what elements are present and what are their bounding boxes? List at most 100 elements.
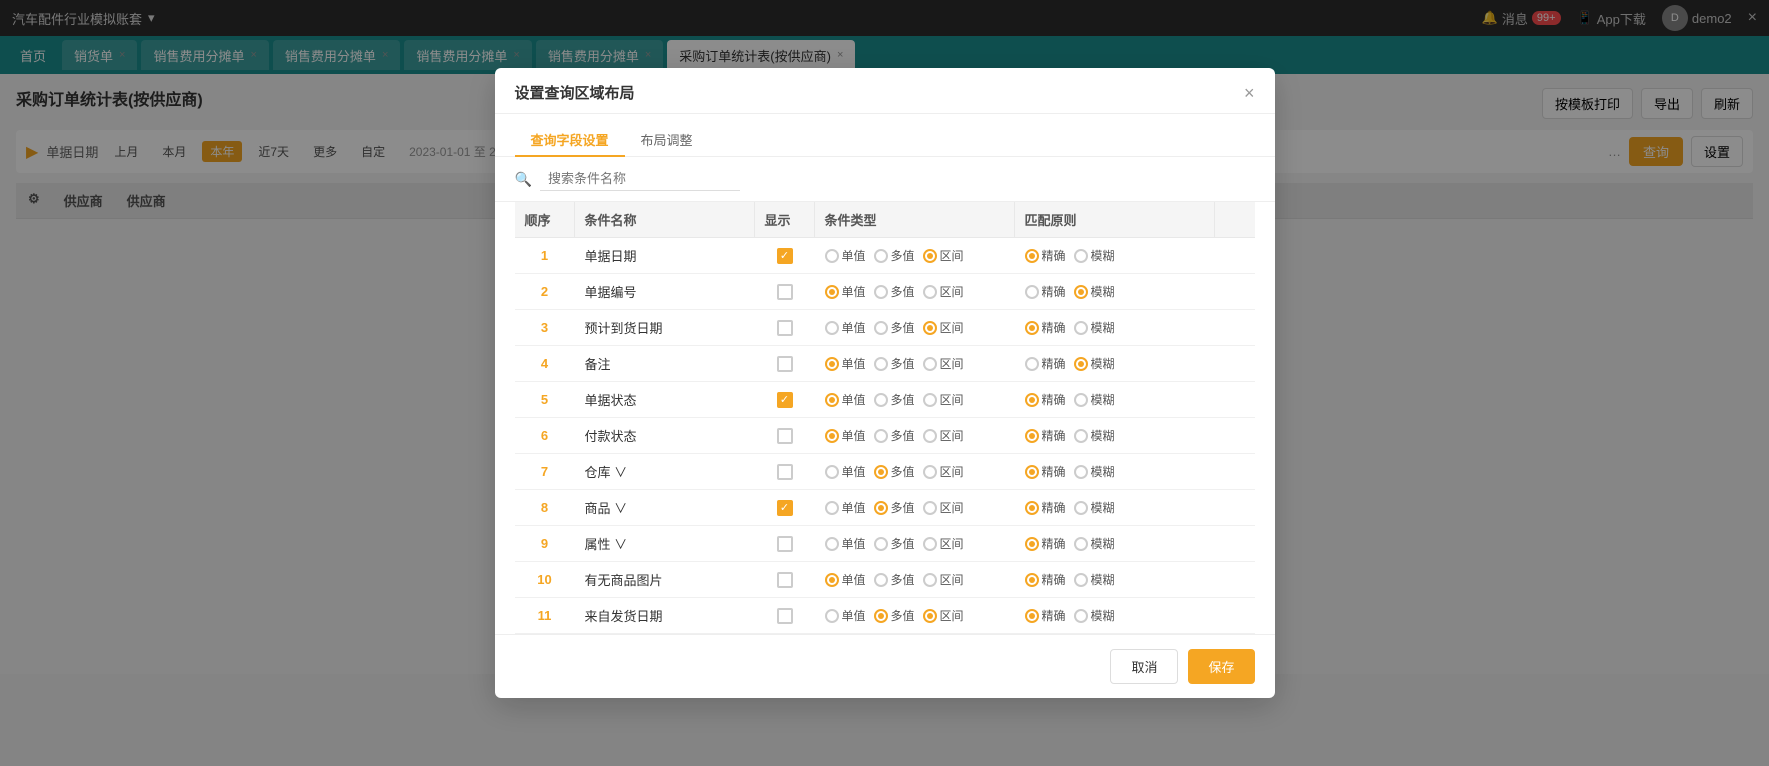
radio-circle-match_fuzzy-8	[1074, 537, 1088, 551]
display-checkbox-4[interactable]	[777, 392, 793, 408]
dialog-tab-layout[interactable]: 布局调整	[625, 124, 709, 157]
type-type_multi-10[interactable]: 多值	[874, 607, 915, 624]
match-match_fuzzy-3[interactable]: 模糊	[1074, 355, 1115, 372]
display-checkbox-9[interactable]	[777, 572, 793, 588]
radio-circle-type_multi-2	[874, 321, 888, 335]
row-type-4: 单值多值区间	[815, 383, 1015, 416]
radio-circle-type_multi-6	[874, 465, 888, 479]
match-match_exact-7[interactable]: 精确	[1025, 499, 1066, 516]
row-display-0[interactable]	[755, 240, 815, 272]
display-checkbox-10[interactable]	[777, 608, 793, 624]
match-match_exact-4[interactable]: 精确	[1025, 391, 1066, 408]
row-match-3: 精确模糊	[1015, 347, 1215, 380]
type-type_range-2[interactable]: 区间	[923, 319, 964, 336]
dialog-close-button[interactable]: ×	[1244, 84, 1255, 102]
type-type_single-10[interactable]: 单值	[825, 607, 866, 624]
dialog-tab-fields[interactable]: 查询字段设置	[515, 124, 625, 157]
match-match_exact-8[interactable]: 精确	[1025, 535, 1066, 552]
match-match_exact-5[interactable]: 精确	[1025, 427, 1066, 444]
row-type-10: 单值多值区间	[815, 599, 1015, 632]
type-type_single-5[interactable]: 单值	[825, 427, 866, 444]
cancel-button[interactable]: 取消	[1110, 649, 1178, 684]
type-type_multi-1[interactable]: 多值	[874, 283, 915, 300]
type-type_single-8[interactable]: 单值	[825, 535, 866, 552]
radio-circle-match_exact-1	[1025, 285, 1039, 299]
search-input[interactable]	[540, 167, 740, 191]
type-type_multi-5[interactable]: 多值	[874, 427, 915, 444]
row-display-9[interactable]	[755, 564, 815, 596]
row-order-10: 11	[515, 600, 575, 631]
table-row: 4备注单值多值区间精确模糊	[515, 346, 1255, 382]
match-match_fuzzy-9[interactable]: 模糊	[1074, 571, 1115, 588]
table-row: 5单据状态单值多值区间精确模糊	[515, 382, 1255, 418]
type-type_single-6[interactable]: 单值	[825, 463, 866, 480]
type-type_multi-7[interactable]: 多值	[874, 499, 915, 516]
radio-circle-type_range-0	[923, 249, 937, 263]
match-match_fuzzy-0[interactable]: 模糊	[1074, 247, 1115, 264]
type-type_single-0[interactable]: 单值	[825, 247, 866, 264]
match-match_fuzzy-10[interactable]: 模糊	[1074, 607, 1115, 624]
match-match_exact-10[interactable]: 精确	[1025, 607, 1066, 624]
type-type_multi-0[interactable]: 多值	[874, 247, 915, 264]
row-display-8[interactable]	[755, 528, 815, 560]
type-type_single-1[interactable]: 单值	[825, 283, 866, 300]
type-type_multi-4[interactable]: 多值	[874, 391, 915, 408]
type-type_range-7[interactable]: 区间	[923, 499, 964, 516]
radio-circle-type_single-3	[825, 357, 839, 371]
match-match_exact-0[interactable]: 精确	[1025, 247, 1066, 264]
display-checkbox-2[interactable]	[777, 320, 793, 336]
match-match_fuzzy-6[interactable]: 模糊	[1074, 463, 1115, 480]
type-type_multi-2[interactable]: 多值	[874, 319, 915, 336]
display-checkbox-7[interactable]	[777, 500, 793, 516]
type-type_multi-3[interactable]: 多值	[874, 355, 915, 372]
dialog-rows-container: 1单据日期单值多值区间精确模糊2单据编号单值多值区间精确模糊3预计到货日期单值多…	[515, 238, 1255, 634]
row-display-7[interactable]	[755, 492, 815, 524]
type-type_single-7[interactable]: 单值	[825, 499, 866, 516]
display-checkbox-6[interactable]	[777, 464, 793, 480]
radio-circle-type_range-4	[923, 393, 937, 407]
match-match_exact-1[interactable]: 精确	[1025, 283, 1066, 300]
match-match_fuzzy-1[interactable]: 模糊	[1074, 283, 1115, 300]
row-display-10[interactable]	[755, 600, 815, 632]
radio-circle-type_single-7	[825, 501, 839, 515]
type-type_multi-8[interactable]: 多值	[874, 535, 915, 552]
type-type_range-10[interactable]: 区间	[923, 607, 964, 624]
type-type_range-5[interactable]: 区间	[923, 427, 964, 444]
row-display-5[interactable]	[755, 420, 815, 452]
type-type_range-9[interactable]: 区间	[923, 571, 964, 588]
row-display-4[interactable]	[755, 384, 815, 416]
type-type_range-4[interactable]: 区间	[923, 391, 964, 408]
type-type_single-2[interactable]: 单值	[825, 319, 866, 336]
match-match_fuzzy-4[interactable]: 模糊	[1074, 391, 1115, 408]
match-match_exact-3[interactable]: 精确	[1025, 355, 1066, 372]
display-checkbox-0[interactable]	[777, 248, 793, 264]
row-name-3: 备注	[575, 346, 755, 381]
display-checkbox-3[interactable]	[777, 356, 793, 372]
match-match_fuzzy-5[interactable]: 模糊	[1074, 427, 1115, 444]
display-checkbox-1[interactable]	[777, 284, 793, 300]
row-display-2[interactable]	[755, 312, 815, 344]
row-display-3[interactable]	[755, 348, 815, 380]
match-match_exact-6[interactable]: 精确	[1025, 463, 1066, 480]
type-type_range-6[interactable]: 区间	[923, 463, 964, 480]
type-type_range-3[interactable]: 区间	[923, 355, 964, 372]
save-button[interactable]: 保存	[1188, 649, 1254, 684]
type-type_multi-9[interactable]: 多值	[874, 571, 915, 588]
display-checkbox-8[interactable]	[777, 536, 793, 552]
type-type_single-4[interactable]: 单值	[825, 391, 866, 408]
row-display-1[interactable]	[755, 276, 815, 308]
type-type_multi-6[interactable]: 多值	[874, 463, 915, 480]
row-display-6[interactable]	[755, 456, 815, 488]
type-type_range-0[interactable]: 区间	[923, 247, 964, 264]
match-match_exact-9[interactable]: 精确	[1025, 571, 1066, 588]
type-type_range-8[interactable]: 区间	[923, 535, 964, 552]
row-order-6: 7	[515, 456, 575, 487]
display-checkbox-5[interactable]	[777, 428, 793, 444]
match-match_exact-2[interactable]: 精确	[1025, 319, 1066, 336]
match-match_fuzzy-7[interactable]: 模糊	[1074, 499, 1115, 516]
match-match_fuzzy-2[interactable]: 模糊	[1074, 319, 1115, 336]
type-type_single-9[interactable]: 单值	[825, 571, 866, 588]
type-type_single-3[interactable]: 单值	[825, 355, 866, 372]
match-match_fuzzy-8[interactable]: 模糊	[1074, 535, 1115, 552]
type-type_range-1[interactable]: 区间	[923, 283, 964, 300]
